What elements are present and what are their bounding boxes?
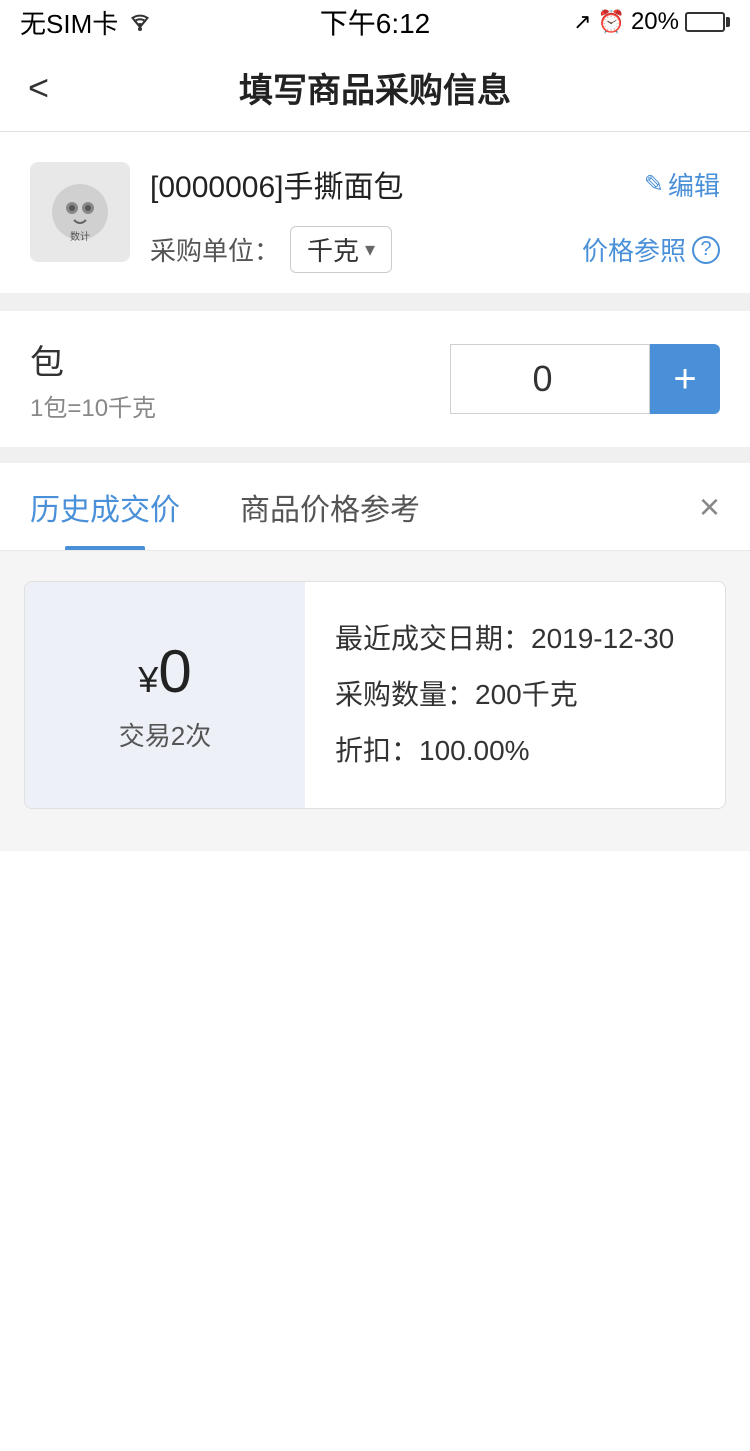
svg-text:数计: 数计 (70, 230, 90, 243)
wifi-icon (126, 7, 154, 38)
quantity-label: 包 1包=10千克 (30, 335, 156, 423)
tab-content: ¥0 交易2次 最近成交日期：2019-12-30 采购数量：200千克 折扣：… (0, 551, 750, 851)
price-reference-button[interactable]: 价格参照 ? (582, 231, 720, 268)
quantity-plus-button[interactable]: + (650, 344, 720, 414)
carrier-text: 无SIM卡 (20, 4, 118, 41)
price-card-right: 最近成交日期：2019-12-30 采购数量：200千克 折扣：100.00% (305, 582, 725, 808)
alarm-icon: ⏰ (598, 9, 625, 35)
nav-bar: < 填写商品采购信息 (0, 44, 750, 132)
product-section: 数计 [0000006]手撕面包 ✎ 编辑 采购单位： 千克 ▾ 价格参照 ? (0, 132, 750, 293)
location-icon: ↗ (573, 9, 591, 35)
product-info: [0000006]手撕面包 ✎ 编辑 采购单位： 千克 ▾ 价格参照 ? (150, 162, 720, 273)
discount-row: 折扣：100.00% (335, 730, 695, 772)
product-name: [0000006]手撕面包 (150, 162, 403, 206)
tab-panel: 历史成交价 商品价格参考 × ¥0 交易2次 最近成交日期：2019-12-30… (0, 463, 750, 851)
unit-select[interactable]: 千克 ▾ (290, 226, 392, 273)
product-header: [0000006]手撕面包 ✎ 编辑 (150, 162, 720, 206)
edit-icon: ✎ (644, 170, 664, 199)
tab-active-underline (65, 546, 145, 550)
unit-label: 采购单位： 千克 ▾ (150, 226, 392, 273)
status-time: 下午6:12 (320, 2, 431, 42)
tab-close-button[interactable]: × (699, 489, 720, 525)
quantity-input[interactable] (450, 344, 650, 414)
tab-history-price[interactable]: 历史成交价 (30, 463, 180, 550)
recent-date-row: 最近成交日期：2019-12-30 (335, 618, 695, 660)
tab-header: 历史成交价 商品价格参考 × (0, 463, 750, 551)
section-divider-2 (0, 447, 750, 463)
section-divider (0, 293, 750, 309)
battery-icon (685, 12, 730, 32)
purchase-qty-row: 采购数量：200千克 (335, 674, 695, 716)
price-card: ¥0 交易2次 最近成交日期：2019-12-30 采购数量：200千克 折扣：… (24, 581, 726, 809)
product-thumbnail: 数计 (30, 162, 130, 262)
quantity-input-area: + (450, 344, 720, 414)
back-button[interactable]: < (28, 67, 49, 109)
tab-items: 历史成交价 商品价格参考 (30, 463, 420, 550)
edit-button[interactable]: ✎ 编辑 (644, 166, 720, 203)
battery-percent: 20% (631, 8, 679, 36)
quantity-section: 包 1包=10千克 + (0, 311, 750, 447)
status-left: 无SIM卡 (20, 4, 154, 41)
status-bar: 无SIM卡 下午6:12 ↗ ⏰ 20% (0, 0, 750, 44)
price-card-left: ¥0 交易2次 (25, 582, 305, 808)
product-unit-row: 采购单位： 千克 ▾ 价格参照 ? (150, 226, 720, 273)
price-transactions: 交易2次 (119, 716, 211, 753)
info-icon: ? (692, 236, 720, 264)
chevron-down-icon: ▾ (365, 237, 375, 262)
page-title: 填写商品采购信息 (239, 63, 511, 112)
tab-price-reference[interactable]: 商品价格参考 (240, 463, 420, 550)
bottom-space (0, 851, 750, 1451)
price-amount: ¥0 (138, 637, 191, 706)
status-right: ↗ ⏰ 20% (573, 8, 730, 36)
